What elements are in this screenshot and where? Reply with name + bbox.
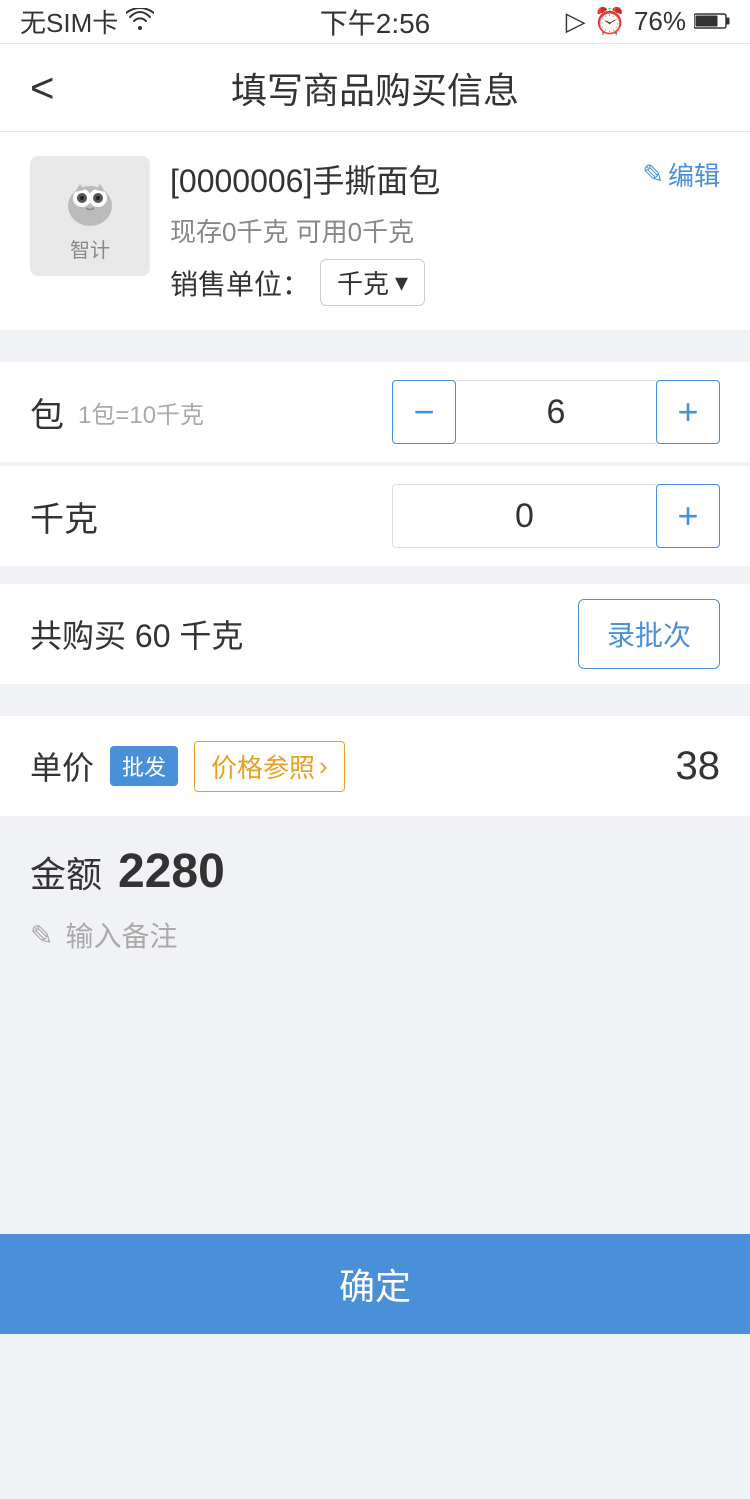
battery-percent: 76% (634, 6, 686, 37)
brand-label: 智计 (70, 234, 110, 263)
product-stock: 现存0千克 可用0千克 (170, 212, 720, 249)
confirm-section[interactable]: 确定 (0, 1234, 750, 1334)
battery-icon (694, 6, 730, 37)
back-button[interactable]: < (30, 64, 55, 112)
confirm-button[interactable]: 确定 (339, 1258, 411, 1310)
bao-hint: 1包=10千克 (78, 395, 204, 430)
separator-1 (0, 346, 750, 362)
product-section: 智计 [0000006]手撕面包 ✎ 编辑 现存0千克 可用0千克 销售单位： … (0, 132, 750, 330)
bao-plus-button[interactable]: + (656, 380, 720, 444)
product-name: [0000006]手撕面包 (170, 156, 440, 202)
price-value: 38 (676, 744, 721, 789)
bao-label: 包 1包=10千克 (30, 388, 204, 437)
bao-section: 包 1包=10千克 − + (0, 362, 750, 462)
kg-plus-button[interactable]: + (656, 484, 720, 548)
unit-value: 千克 (337, 264, 389, 301)
amount-section: 金额 2280 ✎ 输入备注 (0, 820, 750, 979)
amount-label: 金额 (30, 846, 102, 898)
product-image: 智计 (30, 156, 150, 276)
page-title: 填写商品购买信息 (231, 62, 519, 114)
alarm-icon: ⏰ (594, 6, 626, 37)
kg-text: 千克 (30, 492, 98, 541)
price-ref-label: 价格参照 (211, 748, 315, 785)
bao-minus-button[interactable]: − (392, 380, 456, 444)
status-left: 无SIM卡 (20, 3, 154, 40)
wifi-icon (126, 6, 154, 37)
status-time: 下午2:56 (320, 2, 431, 42)
bao-quantity-input[interactable] (456, 380, 656, 444)
kg-controls: + (392, 484, 720, 548)
kg-row: 千克 + (30, 466, 720, 566)
carrier-text: 无SIM卡 (20, 3, 118, 40)
amount-row: 金额 2280 (30, 844, 720, 899)
edit-label: 编辑 (668, 156, 720, 193)
batch-button[interactable]: 录批次 (578, 599, 720, 669)
kg-label: 千克 (30, 492, 98, 541)
amount-value: 2280 (118, 844, 225, 899)
remark-label: 输入备注 (65, 915, 177, 955)
pencil-icon: ✎ (30, 919, 53, 952)
remark-row[interactable]: ✎ 输入备注 (30, 915, 720, 955)
status-bar: 无SIM卡 下午2:56 ▷ ⏰ 76% (0, 0, 750, 44)
price-label: 单价 (30, 743, 94, 789)
kg-section: 千克 + (0, 466, 750, 566)
nav-bar: < 填写商品购买信息 (0, 44, 750, 132)
dropdown-icon: ▾ (395, 267, 408, 298)
price-section: 单价 批发 价格参照 › 38 (0, 716, 750, 816)
price-ref-button[interactable]: 价格参照 › (194, 741, 345, 792)
unit-selector[interactable]: 千克 ▾ (320, 259, 425, 306)
product-info: [0000006]手撕面包 ✎ 编辑 现存0千克 可用0千克 销售单位： 千克 … (170, 156, 720, 306)
price-tag: 批发 (110, 746, 178, 786)
bao-row: 包 1包=10千克 − + (30, 362, 720, 462)
unit-label: 销售单位： (170, 263, 310, 303)
bao-text: 包 (30, 388, 64, 437)
edit-button[interactable]: ✎ 编辑 (642, 156, 720, 193)
status-right: ▷ ⏰ 76% (566, 6, 730, 37)
edit-icon: ✎ (642, 159, 664, 190)
separator-3 (0, 568, 750, 584)
summary-section: 共购买 60 千克 录批次 (0, 584, 750, 684)
separator-4 (0, 700, 750, 716)
product-unit-row: 销售单位： 千克 ▾ (170, 259, 720, 306)
product-header: [0000006]手撕面包 ✎ 编辑 (170, 156, 720, 202)
location-icon: ▷ (566, 6, 586, 37)
summary-text: 共购买 60 千克 (30, 611, 243, 657)
price-ref-arrow: › (319, 751, 328, 782)
bao-controls: − + (392, 380, 720, 444)
product-image-placeholder: 智计 (60, 170, 120, 263)
kg-quantity-input[interactable] (392, 484, 656, 548)
price-row: 单价 批发 价格参照 › 38 (30, 716, 720, 816)
summary-row: 共购买 60 千克 录批次 (30, 584, 720, 684)
